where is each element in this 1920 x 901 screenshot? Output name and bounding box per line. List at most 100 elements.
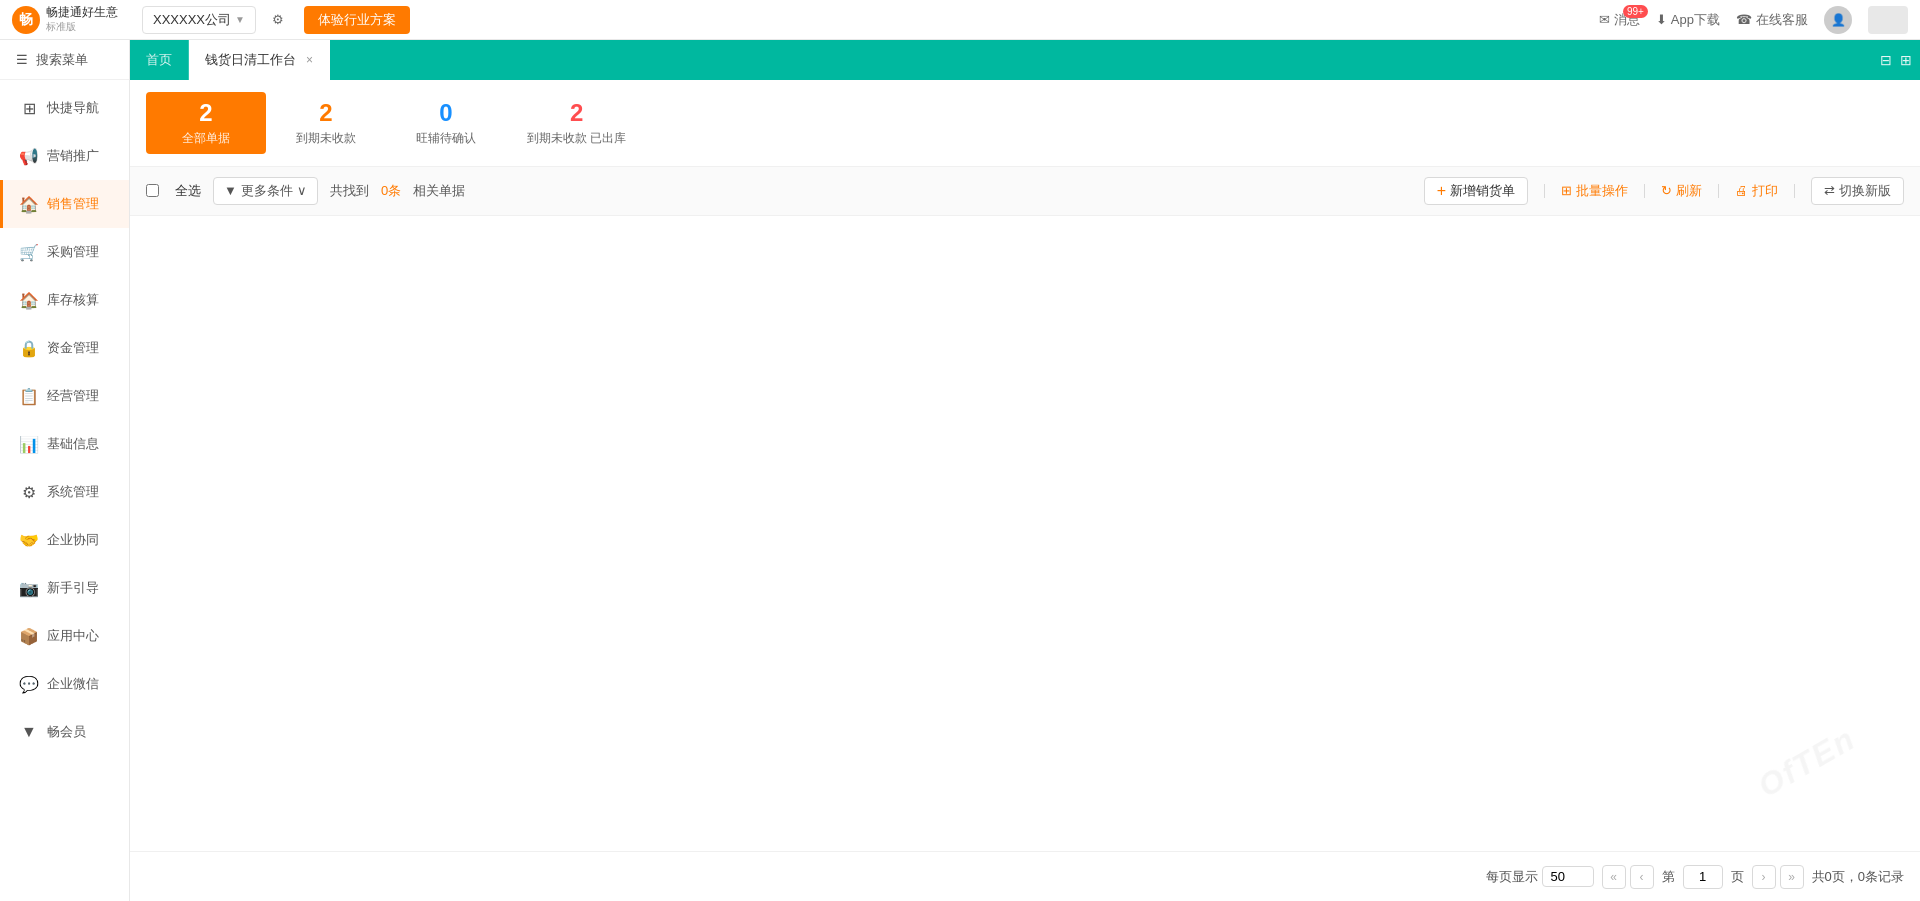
- system-icon: ⚙: [19, 483, 39, 502]
- prev-page-btn[interactable]: ‹: [1630, 865, 1654, 889]
- refresh-icon: ↻: [1661, 183, 1672, 198]
- filter-btn[interactable]: ▼ 更多条件 ∨: [213, 177, 318, 205]
- page-number-input[interactable]: [1683, 865, 1723, 889]
- sidebar-item-inventory[interactable]: 🏠 库存核算: [0, 276, 129, 324]
- new-sale-icon: +: [1437, 182, 1446, 200]
- batch-ops-btn[interactable]: ⊞ 批量操作: [1561, 182, 1628, 200]
- select-all-label: 全选: [175, 182, 201, 200]
- logo-icon: 畅: [12, 6, 40, 34]
- sidebar-item-sales[interactable]: 🏠 销售管理: [0, 180, 129, 228]
- settings-icon[interactable]: ⚙: [264, 6, 292, 34]
- toolbar-right: + 新增销货单 ⊞ 批量操作 ↻ 刷新 🖨 打印: [1424, 177, 1904, 205]
- sidebar-label-marketing: 营销推广: [47, 147, 99, 165]
- sidebar-item-member[interactable]: ▼ 畅会员: [0, 708, 129, 756]
- nav-tabs-actions: ⊟ ⊞: [1880, 52, 1920, 68]
- sidebar-label-finance: 资金管理: [47, 339, 99, 357]
- download-icon: ⬇: [1656, 12, 1667, 27]
- new-sale-btn[interactable]: + 新增销货单: [1424, 177, 1528, 205]
- per-page-label: 每页显示: [1486, 868, 1538, 886]
- sidebar-label-member: 畅会员: [47, 723, 86, 741]
- sidebar-menu: ⊞ 快捷导航 📢 营销推广 🏠 销售管理 🛒 采购管理 🏠 库存核算 🔒 资金管…: [0, 80, 129, 901]
- sidebar-item-operations[interactable]: 📋 经营管理: [0, 372, 129, 420]
- stat-card-overdue[interactable]: 2 到期未收款: [266, 92, 386, 154]
- message-badge: 99+: [1623, 5, 1648, 18]
- filter-arrow: ∨: [297, 183, 307, 198]
- tab-expand-btn[interactable]: ⊞: [1900, 52, 1912, 68]
- print-label: 打印: [1752, 182, 1778, 200]
- sidebar-item-weixin[interactable]: 💬 企业微信: [0, 660, 129, 708]
- sidebar-item-base-info[interactable]: 📊 基础信息: [0, 420, 129, 468]
- tab-close-icon[interactable]: ×: [306, 53, 313, 67]
- batch-icon: ⊞: [1561, 183, 1572, 198]
- stat-card-pending[interactable]: 0 旺辅待确认: [386, 92, 506, 154]
- sidebar-item-marketing[interactable]: 📢 营销推广: [0, 132, 129, 180]
- header-right: ✉ 消息 99+ ⬇ App下载 ☎ 在线客服 👤: [1599, 6, 1908, 34]
- tab-home[interactable]: 首页: [130, 40, 189, 80]
- sidebar-item-purchase[interactable]: 🛒 采购管理: [0, 228, 129, 276]
- stat-num-shipped: 2: [527, 99, 626, 128]
- logo-text: 畅捷通好生意: [46, 5, 118, 21]
- tab-active[interactable]: 钱货日清工作台 ×: [189, 40, 330, 80]
- toolbar-divider-1: [1544, 184, 1545, 198]
- marketing-icon: 📢: [19, 147, 39, 166]
- sidebar-item-system[interactable]: ⚙ 系统管理: [0, 468, 129, 516]
- stat-card-shipped[interactable]: 2 到期未收款 已出库: [506, 92, 647, 154]
- stat-num-all: 2: [167, 99, 245, 128]
- stat-num-pending: 0: [407, 99, 485, 128]
- sidebar-label-coop: 企业协同: [47, 531, 99, 549]
- switch-label: 切换新版: [1839, 182, 1891, 200]
- filter-label: 更多条件: [241, 182, 293, 200]
- last-page-btn[interactable]: »: [1780, 865, 1804, 889]
- operations-icon: 📋: [19, 387, 39, 406]
- online-service-btn[interactable]: ☎ 在线客服: [1736, 11, 1808, 29]
- sidebar-label-app-center: 应用中心: [47, 627, 99, 645]
- refresh-btn[interactable]: ↻ 刷新: [1661, 182, 1702, 200]
- trial-button[interactable]: 体验行业方案: [304, 6, 410, 34]
- search-menu-label: 搜索菜单: [36, 51, 88, 69]
- search-menu-icon: ☰: [16, 52, 28, 67]
- logo-area: 畅 畅捷通好生意 标准版: [12, 5, 142, 35]
- per-page-selector[interactable]: 50 20 100: [1542, 866, 1594, 887]
- first-page-btn[interactable]: «: [1602, 865, 1626, 889]
- app-download-label: App下载: [1671, 11, 1720, 29]
- sidebar-item-quick-nav[interactable]: ⊞ 快捷导航: [0, 84, 129, 132]
- pagination: 每页显示 50 20 100 « ‹ 第 页 › » 共0页，0条记录: [130, 851, 1920, 901]
- stat-card-all[interactable]: 2 全部单据: [146, 92, 266, 154]
- sidebar-item-guide[interactable]: 📷 新手引导: [0, 564, 129, 612]
- sidebar: ☰ 搜索菜单 ⊞ 快捷导航 📢 营销推广 🏠 销售管理 🛒 采购管理 🏠 库存核…: [0, 0, 130, 901]
- tab-collapse-btn[interactable]: ⊟: [1880, 52, 1892, 68]
- avatar[interactable]: 👤: [1824, 6, 1852, 34]
- switch-icon: ⇄: [1824, 183, 1835, 198]
- company-selector[interactable]: XXXXXX公司 ▼: [142, 6, 256, 34]
- refresh-label: 刷新: [1676, 182, 1702, 200]
- found-suffix: 相关单据: [413, 182, 465, 200]
- select-all-checkbox[interactable]: [146, 184, 159, 197]
- stat-label-overdue: 到期未收款: [287, 130, 365, 147]
- page-nav: « ‹ 第 页 › »: [1602, 865, 1804, 889]
- message-icon: ✉: [1599, 12, 1610, 27]
- nav-tabs: 首页 钱货日清工作台 × ⊟ ⊞: [130, 40, 1920, 80]
- next-page-btn[interactable]: ›: [1752, 865, 1776, 889]
- search-menu-btn[interactable]: ☰ 搜索菜单: [0, 40, 129, 80]
- user-menu[interactable]: [1868, 6, 1908, 34]
- sidebar-label-purchase: 采购管理: [47, 243, 99, 261]
- table-area: [130, 216, 1920, 851]
- sidebar-label-guide: 新手引导: [47, 579, 99, 597]
- sidebar-item-finance[interactable]: 🔒 资金管理: [0, 324, 129, 372]
- switch-version-btn[interactable]: ⇄ 切换新版: [1811, 177, 1904, 205]
- sidebar-item-app-center[interactable]: 📦 应用中心: [0, 612, 129, 660]
- logo-tag: 标准版: [46, 20, 118, 34]
- message-btn[interactable]: ✉ 消息 99+: [1599, 11, 1640, 29]
- sidebar-item-coop[interactable]: 🤝 企业协同: [0, 516, 129, 564]
- sidebar-label-inventory: 库存核算: [47, 291, 99, 309]
- purchase-icon: 🛒: [19, 243, 39, 262]
- stat-label-all: 全部单据: [167, 130, 245, 147]
- stat-label-pending: 旺辅待确认: [407, 130, 485, 147]
- app-download-btn[interactable]: ⬇ App下载: [1656, 11, 1720, 29]
- guide-icon: 📷: [19, 579, 39, 598]
- page-total: 共0页，0条记录: [1812, 868, 1904, 886]
- print-btn[interactable]: 🖨 打印: [1735, 182, 1778, 200]
- page-suffix: 页: [1731, 868, 1744, 886]
- inventory-icon: 🏠: [19, 291, 39, 310]
- toolbar: 全选 ▼ 更多条件 ∨ 共找到 0条 相关单据 + 新增销货单 ⊞ 批量操作: [130, 167, 1920, 216]
